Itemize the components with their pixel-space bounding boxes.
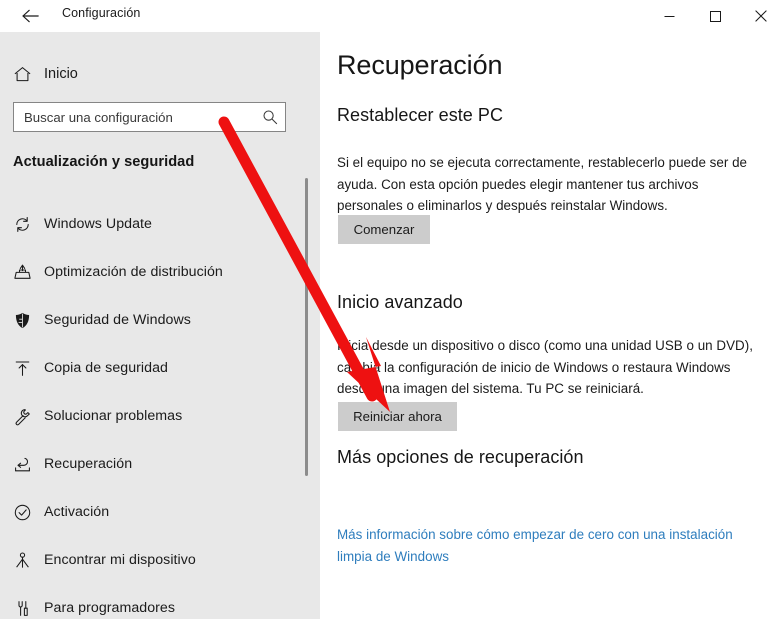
find-device-icon <box>0 551 44 570</box>
reset-pc-description: Si el equipo no se ejecuta correctamente… <box>337 155 748 213</box>
shield-icon <box>0 311 44 330</box>
close-icon <box>755 10 767 22</box>
advanced-startup-heading: Inicio avanzado <box>337 292 463 312</box>
sidebar-category-title: Actualización y seguridad <box>13 154 195 170</box>
refresh-icon <box>0 215 44 234</box>
sidebar-item-home[interactable]: Inicio <box>0 56 300 92</box>
more-recovery-options-heading: Más opciones de recuperación <box>337 447 584 467</box>
sidebar-item-activation[interactable]: Activación <box>0 488 300 536</box>
recovery-icon <box>0 455 44 474</box>
sidebar-scrollbar-thumb[interactable] <box>305 178 308 476</box>
search-icon[interactable] <box>255 103 285 131</box>
delivery-optimization-icon <box>0 263 44 282</box>
sidebar-item-label: Solucionar problemas <box>44 408 183 424</box>
sidebar-item-recovery[interactable]: Recuperación <box>0 440 300 488</box>
sidebar: Inicio Actualización y seguridad <box>0 32 320 619</box>
search-input[interactable] <box>14 104 255 130</box>
get-started-button[interactable]: Comenzar <box>338 215 430 244</box>
minimize-button[interactable] <box>646 0 692 32</box>
sidebar-item-delivery-optimization[interactable]: Optimización de distribución <box>0 248 300 296</box>
sidebar-item-for-developers[interactable]: Para programadores <box>0 584 300 619</box>
restart-now-button[interactable]: Reiniciar ahora <box>338 402 457 431</box>
home-icon <box>0 65 44 84</box>
page-title: Recuperación <box>337 50 503 80</box>
minimize-icon <box>664 11 675 22</box>
maximize-button[interactable] <box>692 0 738 32</box>
sidebar-item-backup[interactable]: Copia de seguridad <box>0 344 300 392</box>
back-arrow-icon <box>21 8 41 24</box>
sidebar-item-label: Optimización de distribución <box>44 264 223 280</box>
settings-window: Configuración Inicio Buscar una configur… <box>0 0 784 619</box>
sidebar-item-label: Windows Update <box>44 216 152 232</box>
sidebar-item-label: Recuperación <box>44 456 133 472</box>
sidebar-item-label: Para programadores <box>44 600 176 616</box>
sidebar-nav-list: Windows Update Optimización de distribuc… <box>0 200 300 619</box>
back-button[interactable] <box>8 0 54 32</box>
main-content: Recuperación Restablecer este PC Si el e… <box>320 32 784 619</box>
sidebar-item-label: Encontrar mi dispositivo <box>44 552 196 568</box>
maximize-icon <box>709 10 721 22</box>
developer-tools-icon <box>0 599 44 618</box>
close-button[interactable] <box>738 0 784 32</box>
window-title: Configuración <box>62 6 141 20</box>
window-controls <box>646 0 784 32</box>
sidebar-item-find-my-device[interactable]: Encontrar mi dispositivo <box>0 536 300 584</box>
backup-upload-icon <box>0 359 44 378</box>
clean-install-link[interactable]: Más información sobre cómo empezar de ce… <box>337 524 757 567</box>
sidebar-item-windows-update[interactable]: Windows Update <box>0 200 300 248</box>
wrench-icon <box>0 407 44 426</box>
sidebar-item-windows-security[interactable]: Seguridad de Windows <box>0 296 300 344</box>
sidebar-item-troubleshoot[interactable]: Solucionar problemas <box>0 392 300 440</box>
search-box[interactable] <box>13 102 286 132</box>
sidebar-scrollbar[interactable] <box>302 32 312 619</box>
check-circle-icon <box>0 503 44 522</box>
sidebar-item-label: Seguridad de Windows <box>44 312 191 328</box>
sidebar-item-label: Copia de seguridad <box>44 360 168 376</box>
reset-pc-heading: Restablecer este PC <box>337 105 504 125</box>
sidebar-home-label: Inicio <box>44 66 78 82</box>
sidebar-item-label: Activación <box>44 504 110 520</box>
advanced-startup-description: Inicia desde un dispositivo o disco (com… <box>337 338 753 396</box>
title-bar: Configuración <box>0 0 784 32</box>
